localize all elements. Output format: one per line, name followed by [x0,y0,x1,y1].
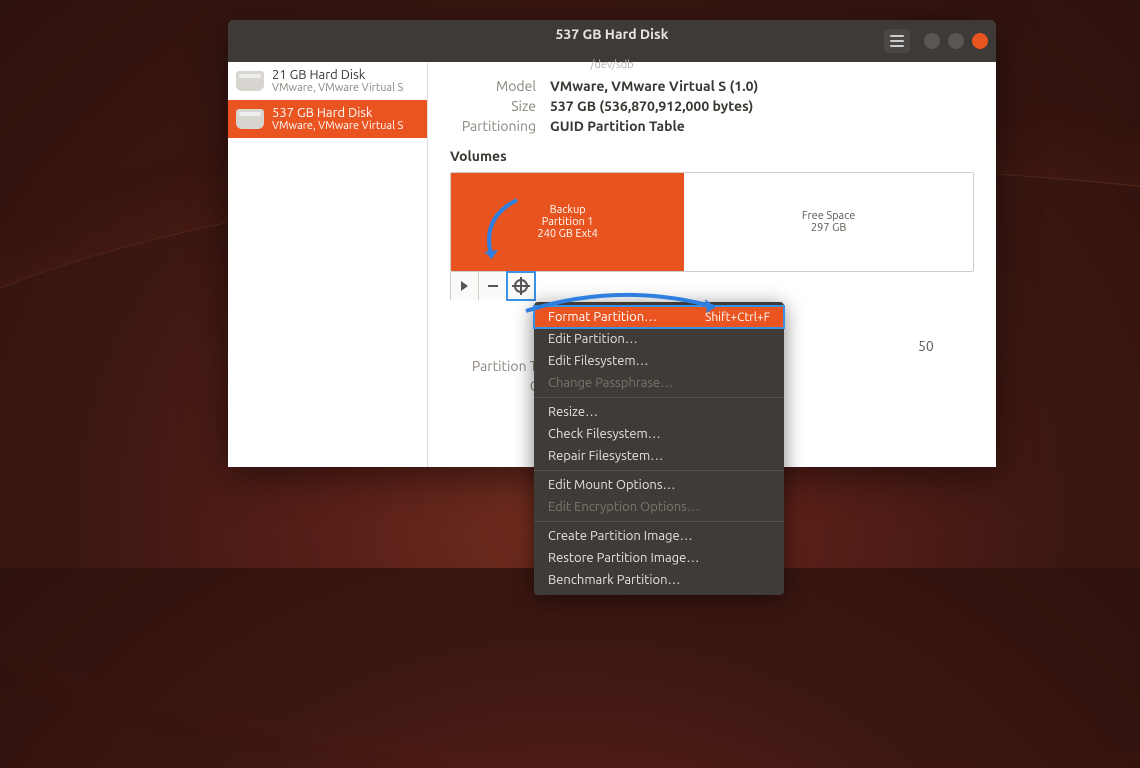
disk-list-item[interactable]: 21 GB Hard Disk VMware, VMware Virtual S [228,62,427,100]
menu-separator [534,397,784,398]
delete-partition-button[interactable] [479,272,507,300]
partitioning-label: Partitioning [450,118,536,134]
gear-icon [514,279,528,293]
mount-play-button[interactable] [451,272,479,300]
menu-item[interactable]: Benchmark Partition… [534,569,784,591]
disk-item-subtitle: VMware, VMware Virtual S [272,82,403,94]
titlebar: 537 GB Hard Disk /dev/sdb [228,20,996,62]
menu-item-shortcut: Shift+Ctrl+F [705,311,770,324]
disk-item-title: 537 GB Hard Disk [272,106,403,120]
model-value: VMware, VMware Virtual S (1.0) [550,78,758,94]
menu-item[interactable]: Resize… [534,401,784,423]
disk-item-title: 21 GB Hard Disk [272,68,403,82]
menu-item-label: Resize… [548,405,598,419]
partition-free-space[interactable]: Free Space 297 GB [684,173,973,271]
partition-name: Backup [550,204,586,216]
menu-separator [534,470,784,471]
disk-list-sidebar: 21 GB Hard Disk VMware, VMware Virtual S… [228,62,428,467]
minimize-button[interactable] [924,33,940,49]
menu-item-label: Change Passphrase… [548,376,673,390]
disk-item-subtitle: VMware, VMware Virtual S [272,120,403,132]
maximize-button[interactable] [948,33,964,49]
partition-options-button[interactable] [507,272,535,300]
menu-item-label: Edit Encryption Options… [548,500,700,514]
minus-icon [488,285,498,287]
menu-item: Edit Encryption Options… [534,496,784,518]
menu-item-label: Benchmark Partition… [548,573,680,587]
hamburger-menu-button[interactable] [884,29,910,53]
menu-item[interactable]: Edit Mount Options… [534,474,784,496]
partition-backup[interactable]: Backup Partition 1 240 GB Ext4 [451,173,684,271]
menu-item-label: Format Partition… [548,310,657,324]
size-label: Size [450,98,536,114]
menu-item[interactable]: Create Partition Image… [534,525,784,547]
window-title: 537 GB Hard Disk [534,20,691,59]
menu-item-label: Create Partition Image… [548,529,693,543]
volume-toolbar [450,272,536,300]
partition-size: 297 GB [811,222,846,234]
disk-list-item-selected[interactable]: 537 GB Hard Disk VMware, VMware Virtual … [228,100,427,138]
play-icon [461,281,468,291]
menu-item[interactable]: Check Filesystem… [534,423,784,445]
hard-disk-icon [236,71,264,91]
uuid-suffix: 50 [918,338,934,354]
window-controls [884,29,988,53]
menu-item[interactable]: Repair Filesystem… [534,445,784,467]
menu-item[interactable]: Format Partition… Shift+Ctrl+F [534,306,784,328]
volumes-heading: Volumes [450,148,974,164]
partition-context-menu: Format Partition… Shift+Ctrl+F Edit Partit… [534,302,784,595]
menu-item-label: Edit Mount Options… [548,478,675,492]
menu-item-label: Edit Filesystem… [548,354,649,368]
menu-item-label: Repair Filesystem… [548,449,663,463]
menu-item-label: Edit Partition… [548,332,638,346]
partition-name: Free Space [802,210,855,222]
menu-item[interactable]: Edit Filesystem… [534,350,784,372]
menu-item[interactable]: Edit Partition… [534,328,784,350]
partition-size: 240 GB Ext4 [538,228,598,240]
menu-separator [534,521,784,522]
menu-item-label: Restore Partition Image… [548,551,699,565]
menu-item: Change Passphrase… [534,372,784,394]
menu-item-label: Check Filesystem… [548,427,661,441]
hard-disk-icon [236,109,264,129]
partition-line2: Partition 1 [542,216,594,228]
model-label: Model [450,78,536,94]
menu-item[interactable]: Restore Partition Image… [534,547,784,569]
partitioning-value: GUID Partition Table [550,118,685,134]
volumes-diagram[interactable]: Backup Partition 1 240 GB Ext4 Free Spac… [450,172,974,272]
close-button[interactable] [972,33,988,49]
size-value: 537 GB (536,870,912,000 bytes) [550,98,753,114]
